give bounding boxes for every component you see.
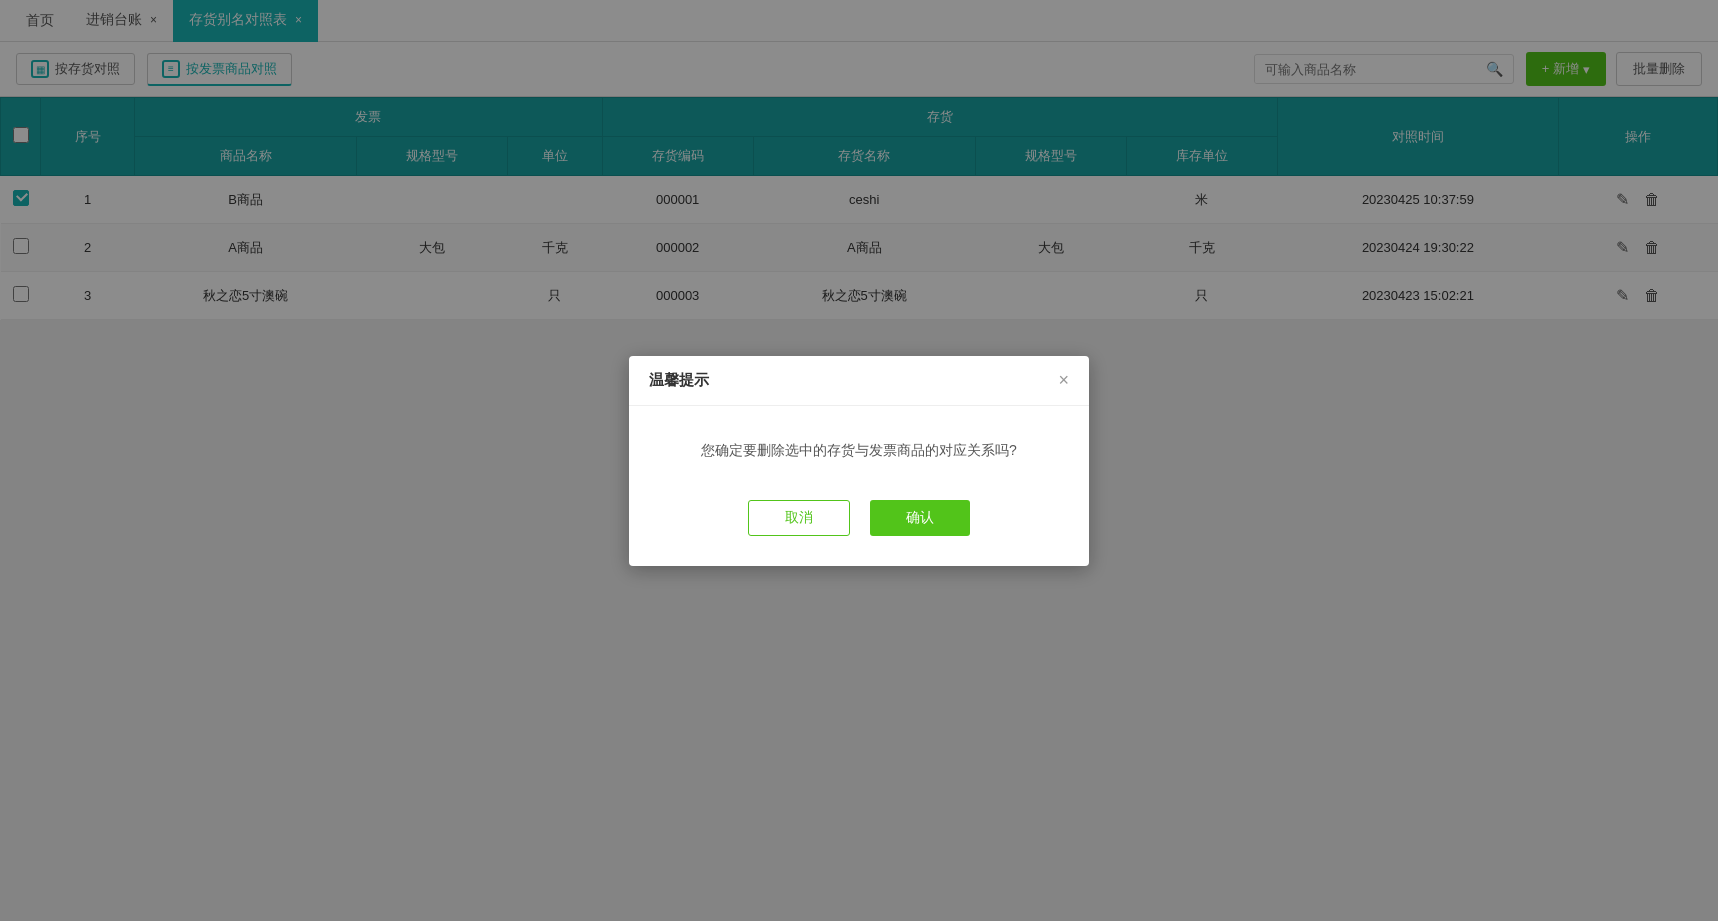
modal-overlay: 温馨提示 × 您确定要删除选中的存货与发票商品的对应关系吗? 取消 确认	[0, 0, 1718, 320]
